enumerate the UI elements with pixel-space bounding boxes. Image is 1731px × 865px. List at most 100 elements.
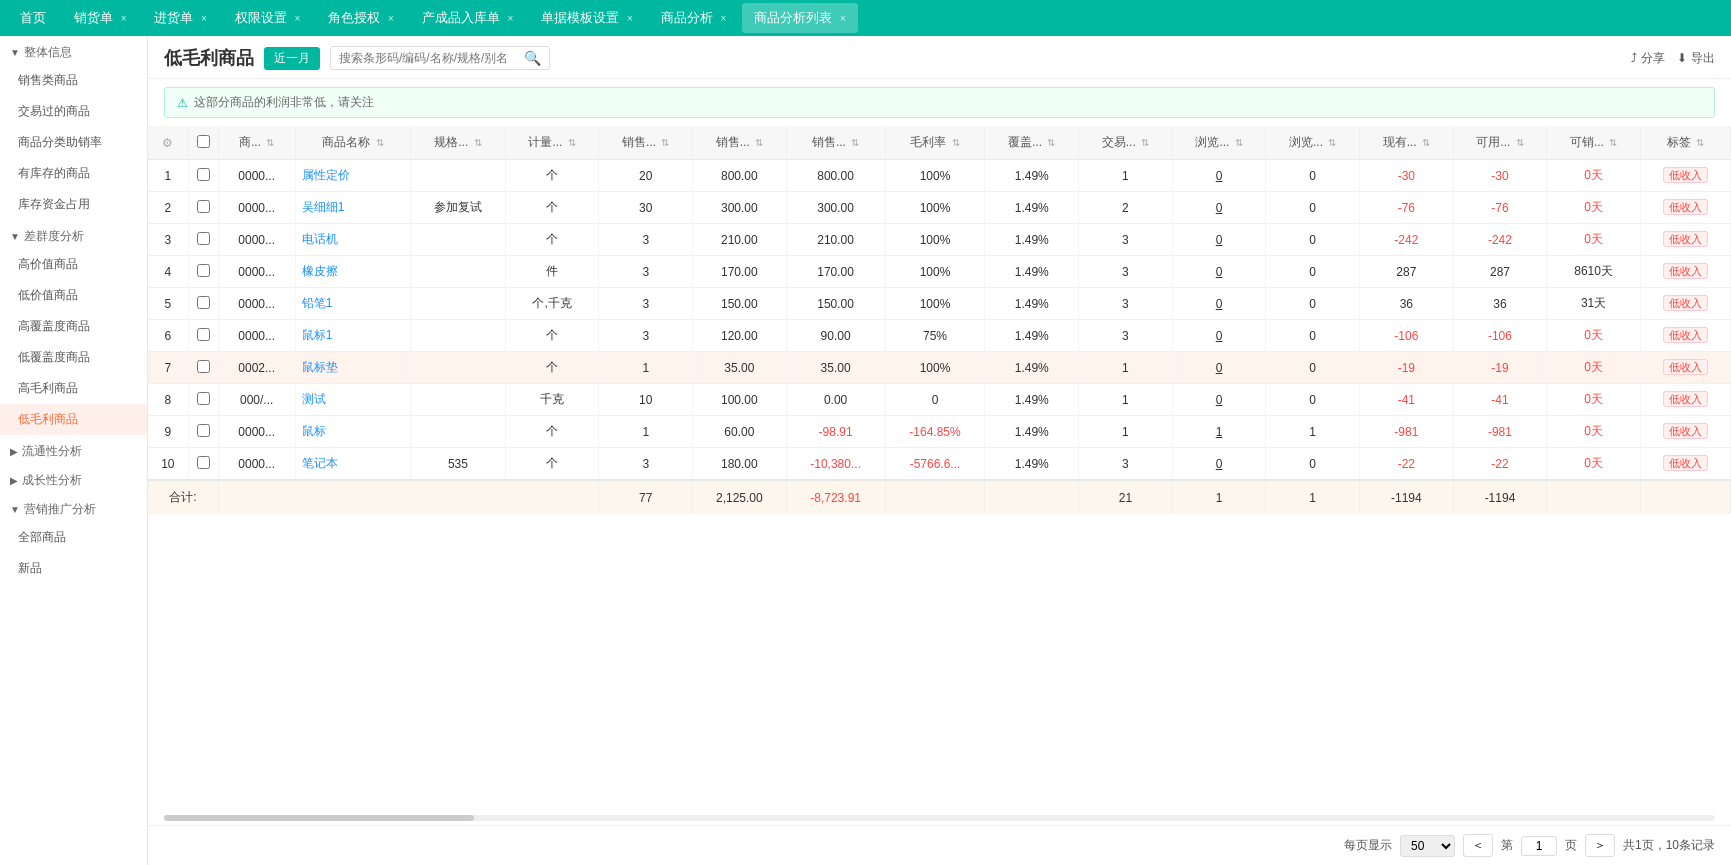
row-select-checkbox[interactable] <box>197 264 210 277</box>
sidebar-section-growth[interactable]: ▶ 成长性分析 <box>0 464 147 493</box>
row-name[interactable]: 鼠标垫 <box>295 352 410 384</box>
col-views1[interactable]: 浏览... ⇅ <box>1172 126 1266 160</box>
col-views2[interactable]: 浏览... ⇅ <box>1266 126 1360 160</box>
close-icon[interactable]: × <box>295 13 301 24</box>
sidebar-item-high-value[interactable]: 高价值商品 <box>0 249 147 280</box>
export-button[interactable]: ⬇ 导出 <box>1677 50 1715 67</box>
col-spec[interactable]: 规格... ⇅ <box>411 126 506 160</box>
scrollbar-thumb[interactable] <box>164 815 474 821</box>
col-unit[interactable]: 计量... ⇅ <box>505 126 599 160</box>
views-link[interactable]: 0 <box>1216 233 1223 247</box>
col-tag[interactable]: 标签 ⇅ <box>1640 126 1730 160</box>
search-input[interactable] <box>339 51 518 65</box>
row-select-checkbox[interactable] <box>197 328 210 341</box>
sidebar-item-new-goods[interactable]: 新品 <box>0 553 147 584</box>
row-checkbox[interactable] <box>188 320 218 352</box>
row-checkbox[interactable] <box>188 224 218 256</box>
sidebar-section-marketing[interactable]: ▼ 营销推广分析 <box>0 493 147 522</box>
views-link[interactable]: 0 <box>1216 265 1223 279</box>
views-link[interactable]: 0 <box>1216 329 1223 343</box>
row-name[interactable]: 电话机 <box>295 224 410 256</box>
row-checkbox[interactable] <box>188 256 218 288</box>
close-icon[interactable]: × <box>720 13 726 24</box>
close-icon[interactable]: × <box>388 13 394 24</box>
sidebar-item-all-goods[interactable]: 全部商品 <box>0 522 147 553</box>
row-select-checkbox[interactable] <box>197 296 210 309</box>
row-name[interactable]: 属性定价 <box>295 160 410 192</box>
row-checkbox[interactable] <box>188 192 218 224</box>
row-name[interactable]: 吴细细1 <box>295 192 410 224</box>
row-select-checkbox[interactable] <box>197 232 210 245</box>
sidebar-item-sales-goods[interactable]: 销售类商品 <box>0 65 147 96</box>
nav-product-analysis[interactable]: 商品分析 × <box>649 3 738 33</box>
nav-purchase-order[interactable]: 进货单 × <box>142 3 218 33</box>
col-sales-qty[interactable]: 销售... ⇅ <box>599 126 693 160</box>
per-page-select[interactable]: 50 20 100 <box>1400 835 1455 857</box>
close-icon[interactable]: × <box>201 13 207 24</box>
share-button[interactable]: ⤴ 分享 <box>1631 50 1665 67</box>
close-icon[interactable]: × <box>840 13 846 24</box>
row-checkbox[interactable] <box>188 448 218 481</box>
views-link[interactable]: 0 <box>1216 201 1223 215</box>
sidebar-item-capital-usage[interactable]: 库存资金占用 <box>0 189 147 220</box>
close-icon[interactable]: × <box>627 13 633 24</box>
views-link[interactable]: 0 <box>1216 169 1223 183</box>
nav-home[interactable]: 首页 <box>8 3 58 33</box>
col-code[interactable]: 商... ⇅ <box>218 126 295 160</box>
sidebar-section-quality[interactable]: ▼ 差群度分析 <box>0 220 147 249</box>
row-select-checkbox[interactable] <box>197 456 210 469</box>
views-link[interactable]: 0 <box>1216 457 1223 471</box>
close-icon[interactable]: × <box>121 13 127 24</box>
row-name[interactable]: 鼠标1 <box>295 320 410 352</box>
nav-permissions[interactable]: 权限设置 × <box>223 3 312 33</box>
nav-role-auth[interactable]: 角色授权 × <box>316 3 405 33</box>
sidebar-item-category-rate[interactable]: 商品分类助销率 <box>0 127 147 158</box>
sidebar-item-inventory-goods[interactable]: 有库存的商品 <box>0 158 147 189</box>
close-icon[interactable]: × <box>508 13 514 24</box>
row-name[interactable]: 笔记本 <box>295 448 410 481</box>
col-sales-amount[interactable]: 销售... ⇅ <box>693 126 787 160</box>
col-gross-margin[interactable]: 毛利率 ⇅ <box>885 126 985 160</box>
views-link[interactable]: 0 <box>1216 393 1223 407</box>
row-name[interactable]: 铅笔1 <box>295 288 410 320</box>
settings-icon[interactable]: ⚙ <box>162 136 173 150</box>
date-filter-button[interactable]: 近一月 <box>264 47 320 70</box>
row-checkbox[interactable] <box>188 384 218 416</box>
col-settings[interactable]: ⚙ <box>148 126 188 160</box>
nav-template-settings[interactable]: 单据模板设置 × <box>529 3 644 33</box>
col-transactions[interactable]: 交易... ⇅ <box>1079 126 1173 160</box>
row-select-checkbox[interactable] <box>197 168 210 181</box>
col-name[interactable]: 商品名称 ⇅ <box>295 126 410 160</box>
views-link[interactable]: 0 <box>1216 297 1223 311</box>
col-sellable-days[interactable]: 可销... ⇅ <box>1547 126 1641 160</box>
row-select-checkbox[interactable] <box>197 200 210 213</box>
row-name[interactable]: 鼠标 <box>295 416 410 448</box>
sidebar-item-low-value[interactable]: 低价值商品 <box>0 280 147 311</box>
row-select-checkbox[interactable] <box>197 392 210 405</box>
sidebar-item-high-margin[interactable]: 高毛利商品 <box>0 373 147 404</box>
select-all-checkbox[interactable] <box>197 135 210 148</box>
col-available-stock[interactable]: 可用... ⇅ <box>1453 126 1547 160</box>
views-link[interactable]: 0 <box>1216 361 1223 375</box>
row-checkbox[interactable] <box>188 288 218 320</box>
sidebar-section-overview[interactable]: ▼ 整体信息 <box>0 36 147 65</box>
sidebar-section-liquidity[interactable]: ▶ 流通性分析 <box>0 435 147 464</box>
sidebar-item-low-margin[interactable]: 低毛利商品 <box>0 404 147 435</box>
nav-analysis-list[interactable]: 商品分析列表 × <box>742 3 857 33</box>
col-current-stock[interactable]: 现有... ⇅ <box>1360 126 1454 160</box>
prev-page-button[interactable]: ＜ <box>1463 834 1493 857</box>
next-page-button[interactable]: ＞ <box>1585 834 1615 857</box>
nav-product-entry[interactable]: 产成品入库单 × <box>410 3 525 33</box>
row-name[interactable]: 橡皮擦 <box>295 256 410 288</box>
page-input[interactable] <box>1521 836 1557 856</box>
row-name[interactable]: 测试 <box>295 384 410 416</box>
row-select-checkbox[interactable] <box>197 424 210 437</box>
row-select-checkbox[interactable] <box>197 360 210 373</box>
sidebar-item-low-coverage[interactable]: 低覆盖度商品 <box>0 342 147 373</box>
nav-sales-order[interactable]: 销货单 × <box>62 3 138 33</box>
row-checkbox[interactable] <box>188 352 218 384</box>
horizontal-scrollbar[interactable] <box>164 815 1715 821</box>
col-sales-profit[interactable]: 销售... ⇅ <box>786 126 885 160</box>
views-link[interactable]: 1 <box>1216 425 1223 439</box>
col-coverage[interactable]: 覆盖... ⇅ <box>985 126 1079 160</box>
